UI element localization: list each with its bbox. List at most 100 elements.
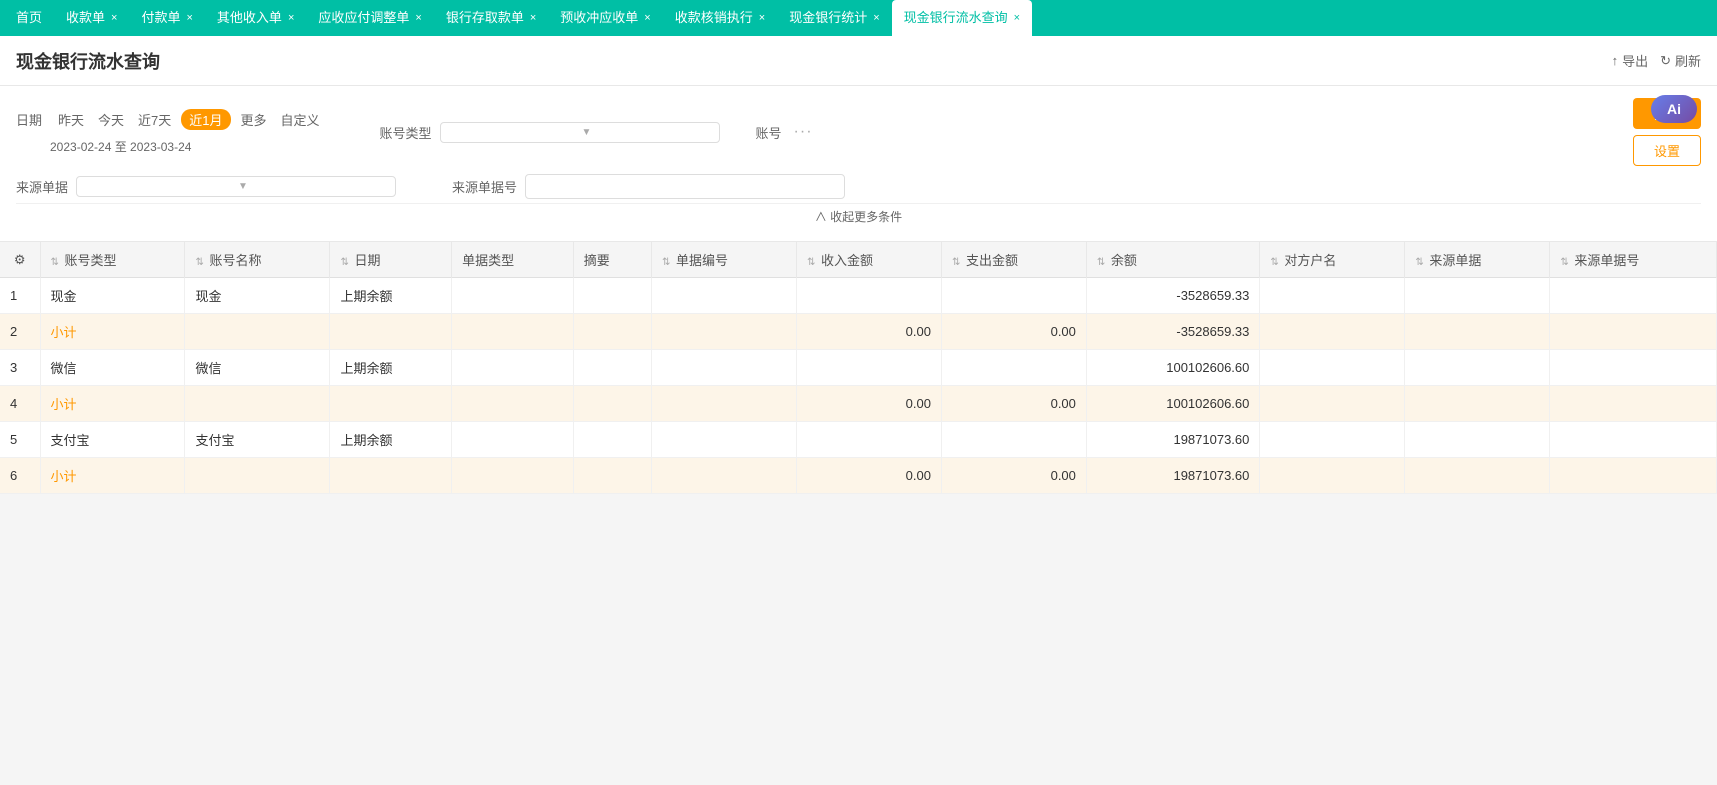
row-doc-type [452, 314, 574, 350]
th-account-name[interactable]: ⇅ 账号名称 [185, 242, 330, 278]
date-range-display: 2023-02-24 至 2023-03-24 [50, 138, 191, 155]
account-type-select[interactable]: ▼ [440, 122, 720, 143]
date-shortcut-custom[interactable]: 自定义 [277, 109, 324, 130]
th-doc-no[interactable]: ⇅ 单据编号 [652, 242, 797, 278]
sort-icon-doc-no: ⇅ [662, 257, 670, 268]
nav-home[interactable]: 首页 [4, 0, 54, 36]
row-date [330, 386, 452, 422]
nav-tab-3[interactable]: 应收应付调整单 × [306, 0, 433, 36]
refresh-button[interactable]: ↻ 刷新 [1660, 51, 1701, 70]
row-income [796, 278, 941, 314]
sort-icon-income: ⇅ [807, 257, 815, 268]
row-source-doc [1405, 386, 1550, 422]
date-shortcut-7days[interactable]: 近7天 [134, 109, 175, 130]
sort-icon-balance: ⇅ [1097, 257, 1105, 268]
row-source-doc-no [1550, 458, 1717, 494]
table-body: 1现金现金上期余额-3528659.332小计0.000.00-3528659.… [0, 278, 1717, 494]
row-account-name [185, 458, 330, 494]
date-shortcut-yesterday[interactable]: 昨天 [54, 109, 88, 130]
nav-tab-0[interactable]: 收款单 × [54, 0, 129, 36]
th-settings[interactable]: ⚙ [0, 242, 40, 278]
export-button[interactable]: ↑ 导出 [1612, 51, 1649, 70]
account-dots[interactable]: ··· [794, 123, 813, 141]
row-account-type: 微信 [40, 350, 185, 386]
close-tab-0[interactable]: × [111, 0, 117, 36]
row-summary [573, 314, 651, 350]
filter-area: 日期 昨天 今天 近7天 近1月 更多 自定义 2023-02-24 至 202… [0, 86, 1717, 242]
filter-row-1: 日期 昨天 今天 近7天 近1月 更多 自定义 2023-02-24 至 202… [16, 98, 1701, 166]
row-source-doc [1405, 278, 1550, 314]
row-balance: -3528659.33 [1086, 314, 1259, 350]
settings-gear-icon[interactable]: ⚙ [14, 252, 26, 267]
row-no: 1 [0, 278, 40, 314]
nav-tab-1[interactable]: 付款单 × [129, 0, 204, 36]
date-shortcut-today[interactable]: 今天 [94, 109, 128, 130]
close-tab-8[interactable]: × [1014, 0, 1020, 36]
close-tab-3[interactable]: × [415, 0, 421, 36]
row-source-doc-no [1550, 422, 1717, 458]
row-source-doc-no [1550, 278, 1717, 314]
row-date: 上期余额 [330, 422, 452, 458]
th-counterpart[interactable]: ⇅ 对方户名 [1260, 242, 1405, 278]
close-tab-6[interactable]: × [759, 0, 765, 36]
row-income: 0.00 [796, 386, 941, 422]
source-doc-select[interactable]: ▼ [76, 176, 396, 197]
nav-tab-4[interactable]: 银行存取款单 × [434, 0, 548, 36]
row-balance: 100102606.60 [1086, 386, 1259, 422]
row-doc-type [452, 278, 574, 314]
close-tab-7[interactable]: × [873, 0, 879, 36]
th-expense[interactable]: ⇅ 支出金额 [941, 242, 1086, 278]
row-doc-no [652, 386, 797, 422]
row-doc-type [452, 422, 574, 458]
th-income[interactable]: ⇅ 收入金额 [796, 242, 941, 278]
row-expense [941, 422, 1086, 458]
row-account-name: 现金 [185, 278, 330, 314]
row-no: 3 [0, 350, 40, 386]
table-row: 1现金现金上期余额-3528659.33 [0, 278, 1717, 314]
export-icon: ↑ [1612, 53, 1619, 68]
row-income [796, 422, 941, 458]
sort-icon-source-doc-no: ⇅ [1560, 257, 1568, 268]
close-tab-4[interactable]: × [530, 0, 536, 36]
settings-button[interactable]: 设置 [1633, 135, 1701, 166]
th-date[interactable]: ⇅ 日期 [330, 242, 452, 278]
row-no: 6 [0, 458, 40, 494]
row-source-doc [1405, 314, 1550, 350]
table-row: 3微信微信上期余额100102606.60 [0, 350, 1717, 386]
row-counterpart [1260, 350, 1405, 386]
row-account-type: 小计 [40, 458, 185, 494]
date-shortcut-more[interactable]: 更多 [237, 109, 271, 130]
row-source-doc-no [1550, 350, 1717, 386]
sort-icon-account-type: ⇅ [51, 257, 59, 268]
th-account-type[interactable]: ⇅ 账号类型 [40, 242, 185, 278]
nav-tab-6[interactable]: 收款核销执行 × [663, 0, 777, 36]
row-doc-no [652, 422, 797, 458]
date-shortcut-1month[interactable]: 近1月 [181, 109, 230, 130]
row-doc-no [652, 278, 797, 314]
collapse-bar[interactable]: ∧ 收起更多条件 [16, 203, 1701, 229]
source-doc-no-input[interactable] [525, 174, 845, 199]
th-source-doc-no[interactable]: ⇅ 来源单据号 [1550, 242, 1717, 278]
account-type-label: 账号类型 [380, 123, 432, 142]
row-summary [573, 422, 651, 458]
sort-icon-source-doc: ⇅ [1415, 257, 1423, 268]
ai-button[interactable]: Ai [1651, 95, 1697, 123]
nav-tab-5[interactable]: 预收冲应收单 × [548, 0, 662, 36]
row-account-name [185, 386, 330, 422]
close-tab-2[interactable]: × [288, 0, 294, 36]
nav-tab-2[interactable]: 其他收入单 × [205, 0, 306, 36]
close-tab-5[interactable]: × [644, 0, 650, 36]
row-income [796, 350, 941, 386]
th-source-doc[interactable]: ⇅ 来源单据 [1405, 242, 1550, 278]
row-balance: 19871073.60 [1086, 458, 1259, 494]
row-date: 上期余额 [330, 278, 452, 314]
close-tab-1[interactable]: × [186, 0, 192, 36]
sort-icon-account-name: ⇅ [195, 257, 203, 268]
nav-tab-7[interactable]: 现金银行统计 × [777, 0, 891, 36]
row-counterpart [1260, 386, 1405, 422]
nav-tab-8[interactable]: 现金银行流水查询 × [892, 0, 1032, 36]
th-balance[interactable]: ⇅ 余额 [1086, 242, 1259, 278]
date-shortcuts: 昨天 今天 近7天 近1月 更多 自定义 [54, 109, 324, 130]
row-account-type: 现金 [40, 278, 185, 314]
row-doc-type [452, 386, 574, 422]
